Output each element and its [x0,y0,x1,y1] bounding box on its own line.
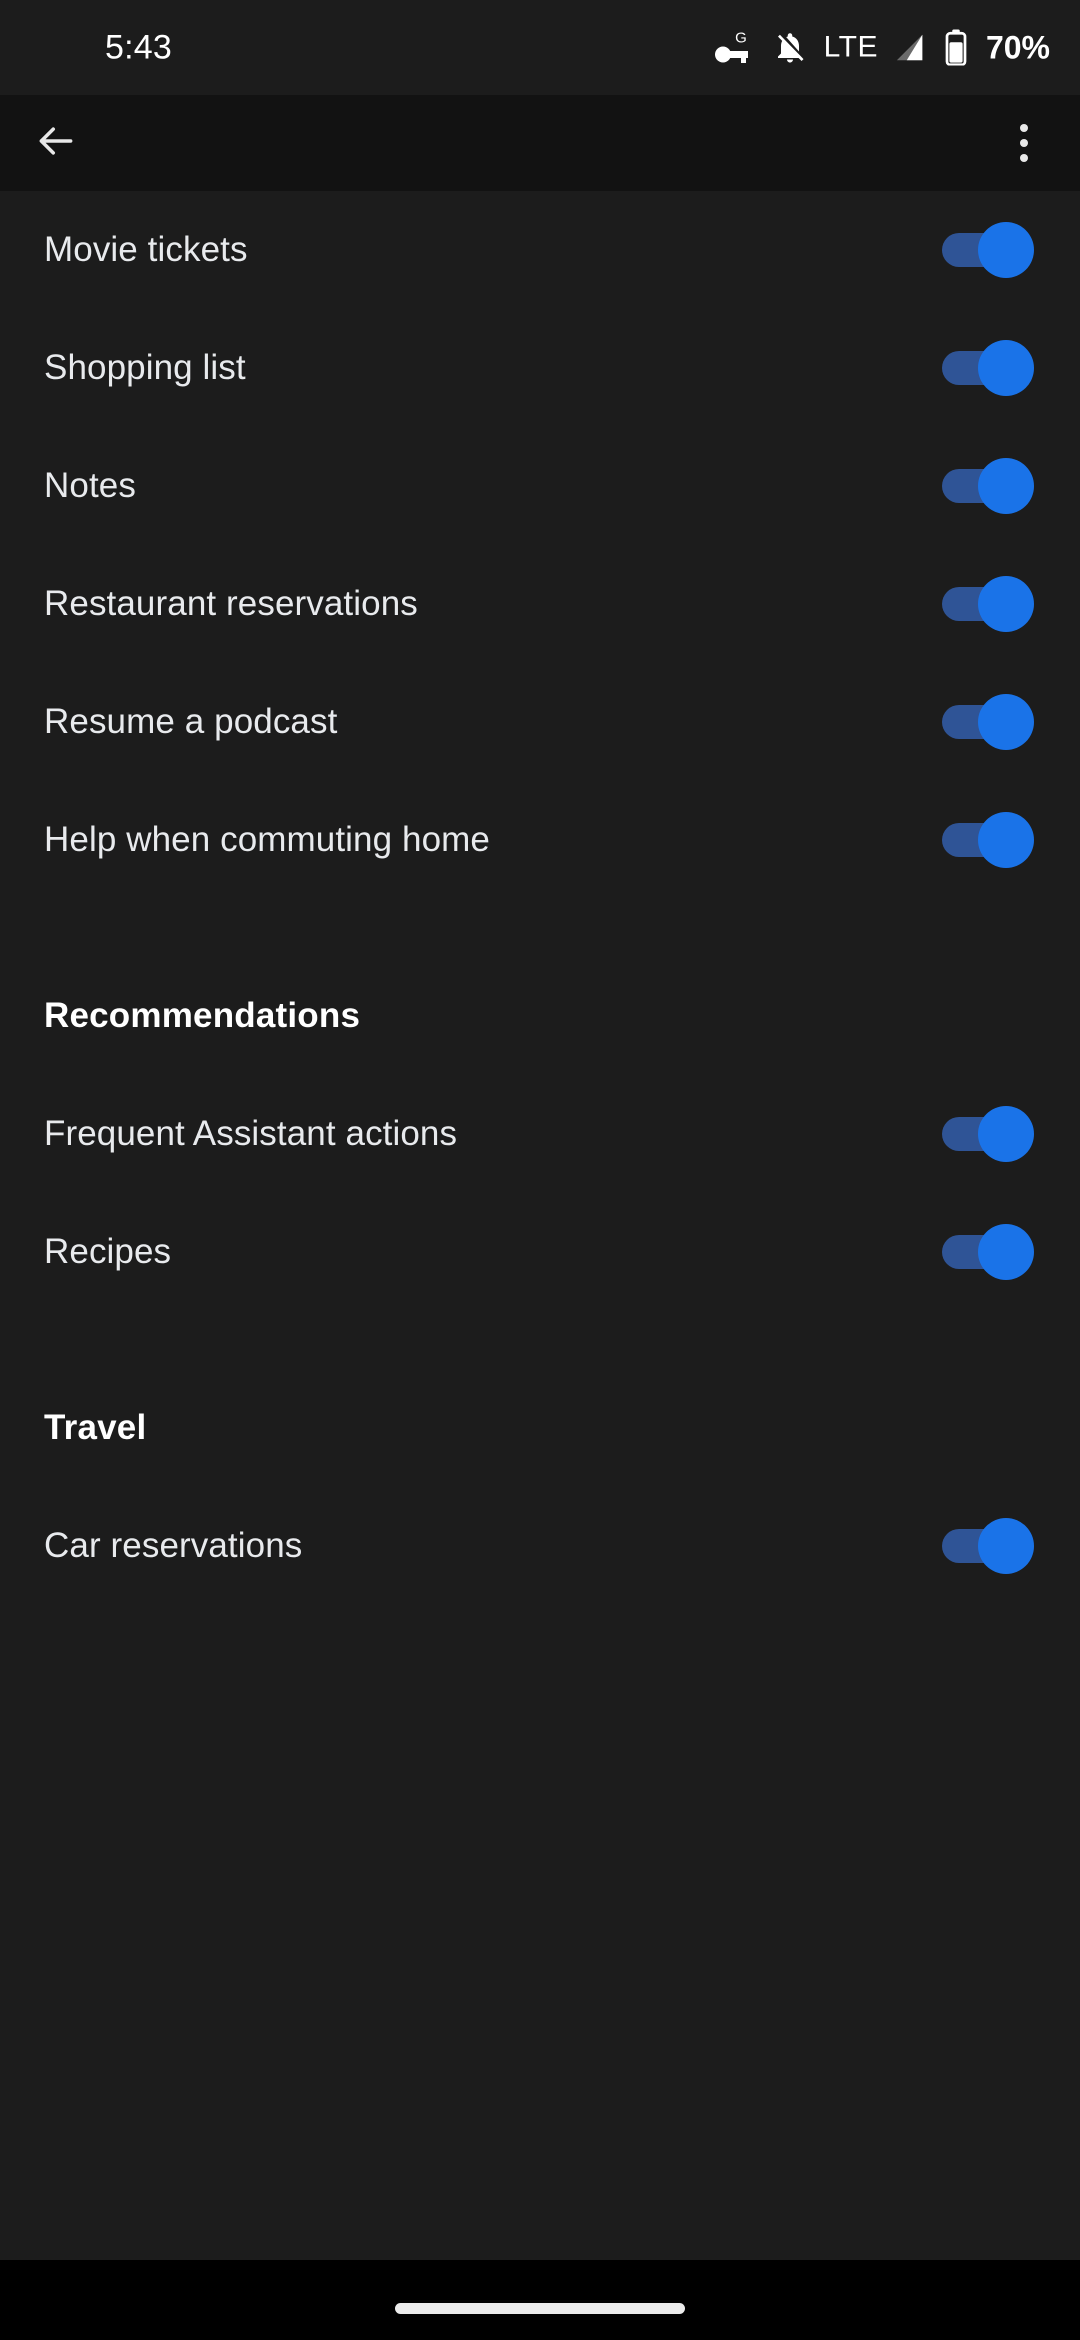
toggle-switch[interactable] [942,1224,1034,1280]
status-bar: 5:43 G LTE 70% [0,0,1080,95]
list-item-label: Movie tickets [44,230,248,269]
toggle-switch[interactable] [942,458,1034,514]
list-item[interactable]: Notes [0,427,1080,545]
toggle-thumb [978,576,1034,632]
toggle-switch[interactable] [942,1518,1034,1574]
list-item-label: Help when commuting home [44,820,490,859]
toggle-thumb [978,458,1034,514]
more-vertical-icon [1020,154,1028,162]
signal-icon [894,31,928,65]
toggle-switch[interactable] [942,340,1034,396]
toggle-thumb [978,812,1034,868]
toggle-thumb [978,1518,1034,1574]
section-header-label: Travel [44,1408,147,1447]
system-navigation-bar [0,2260,1080,2340]
battery-percent-label: 70% [985,29,1050,65]
section-header: Recommendations [0,957,1080,1075]
home-gesture-pill[interactable] [395,2303,685,2314]
list-item-label: Car reservations [44,1526,303,1565]
key-g-icon: G [714,30,756,66]
toggle-thumb [978,1106,1034,1162]
list-item[interactable]: Car reservations [0,1487,1080,1605]
status-icon-group: G LTE 70% [714,29,1050,66]
list-item-label: Resume a podcast [44,702,338,741]
list-item-label: Recipes [44,1232,172,1271]
list-item-label: Notes [44,466,136,505]
battery-icon [944,29,968,66]
more-vertical-icon [1020,124,1028,132]
list-item[interactable]: Shopping list [0,309,1080,427]
section-header-label: Recommendations [44,996,361,1035]
list-item[interactable]: Movie tickets [0,191,1080,309]
phone-screen: 5:43 G LTE 70% Movie tickets Shopping li… [0,0,1080,2340]
toggle-thumb [978,340,1034,396]
network-type-label: LTE [823,30,878,64]
list-item[interactable]: Resume a podcast [0,663,1080,781]
list-item-label: Restaurant reservations [44,584,418,623]
list-item-label: Shopping list [44,348,246,387]
toggle-thumb [978,694,1034,750]
toggle-switch[interactable] [942,1106,1034,1162]
toggle-thumb [978,222,1034,278]
notifications-off-icon [772,30,808,66]
toggle-thumb [978,1224,1034,1280]
svg-text:G: G [735,30,747,47]
list-item[interactable]: Restaurant reservations [0,545,1080,663]
list-item[interactable]: Frequent Assistant actions [0,1075,1080,1193]
settings-list[interactable]: Movie tickets Shopping list Notes Restauran… [0,191,1080,2260]
list-item[interactable]: Help when commuting home [0,781,1080,899]
list-item[interactable]: Recipes [0,1193,1080,1311]
toggle-switch[interactable] [942,576,1034,632]
overflow-menu-button[interactable] [988,107,1060,179]
app-toolbar [0,95,1080,191]
toggle-switch[interactable] [942,694,1034,750]
list-item-label: Frequent Assistant actions [44,1114,458,1153]
back-button[interactable] [20,107,92,179]
arrow-left-icon [34,119,78,168]
section-header: Travel [0,1369,1080,1487]
more-vertical-icon [1020,139,1028,147]
toggle-switch[interactable] [942,222,1034,278]
toggle-switch[interactable] [942,812,1034,868]
status-clock: 5:43 [105,28,172,66]
